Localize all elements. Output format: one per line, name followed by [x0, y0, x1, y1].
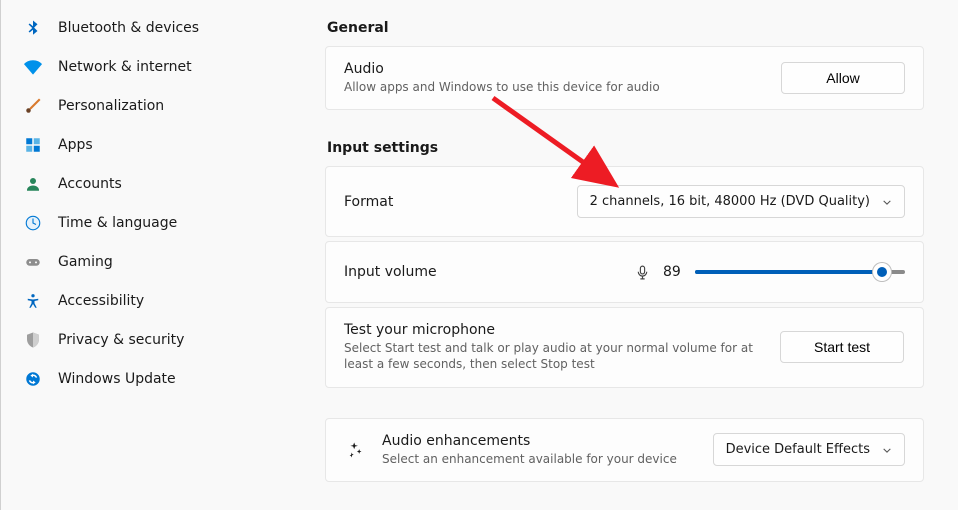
sidebar-item-label: Accessibility	[58, 293, 144, 309]
section-general: General	[327, 20, 924, 36]
wifi-icon	[24, 58, 42, 76]
gamepad-icon	[24, 253, 42, 271]
volume-slider[interactable]	[695, 262, 905, 282]
settings-sidebar: Bluetooth & devices Network & internet P…	[0, 0, 297, 510]
chevron-down-icon	[882, 444, 892, 454]
sidebar-item-label: Accounts	[58, 176, 122, 192]
sidebar-item-network[interactable]: Network & internet	[16, 49, 297, 85]
audio-title: Audio	[344, 61, 765, 77]
sidebar-item-label: Gaming	[58, 254, 113, 270]
allow-button[interactable]: Allow	[781, 62, 905, 94]
format-card: Format 2 channels, 16 bit, 48000 Hz (DVD…	[325, 166, 924, 237]
enhance-title: Audio enhancements	[382, 433, 697, 449]
person-icon	[24, 175, 42, 193]
sidebar-item-apps[interactable]: Apps	[16, 127, 297, 163]
sidebar-item-accounts[interactable]: Accounts	[16, 166, 297, 202]
paintbrush-icon	[24, 97, 42, 115]
shield-icon	[24, 331, 42, 349]
sidebar-item-label: Personalization	[58, 98, 164, 114]
sidebar-item-label: Network & internet	[58, 59, 192, 75]
apps-icon	[24, 136, 42, 154]
sidebar-item-label: Windows Update	[58, 371, 176, 387]
format-dropdown[interactable]: 2 channels, 16 bit, 48000 Hz (DVD Qualit…	[577, 185, 905, 218]
input-volume-card: Input volume 89	[325, 241, 924, 303]
enhancements-value: Device Default Effects	[726, 442, 870, 457]
enhance-desc: Select an enhancement available for your…	[382, 451, 697, 467]
bluetooth-icon	[24, 19, 42, 37]
audio-enhancements-card: Audio enhancements Select an enhancement…	[325, 418, 924, 482]
sidebar-item-bluetooth[interactable]: Bluetooth & devices	[16, 10, 297, 46]
settings-main: General Audio Allow apps and Windows to …	[297, 0, 958, 510]
mic-test-card: Test your microphone Select Start test a…	[325, 307, 924, 387]
start-test-button[interactable]: Start test	[780, 331, 904, 363]
sidebar-item-label: Time & language	[58, 215, 177, 231]
clock-globe-icon	[24, 214, 42, 232]
update-icon	[24, 370, 42, 388]
sidebar-item-label: Apps	[58, 137, 93, 153]
input-volume-label: Input volume	[344, 264, 617, 280]
microphone-icon[interactable]	[633, 263, 651, 281]
format-label: Format	[344, 194, 561, 210]
volume-value: 89	[663, 264, 683, 280]
mic-test-title: Test your microphone	[344, 322, 764, 338]
audio-desc: Allow apps and Windows to use this devic…	[344, 79, 765, 95]
format-value: 2 channels, 16 bit, 48000 Hz (DVD Qualit…	[590, 194, 870, 209]
sidebar-item-privacy[interactable]: Privacy & security	[16, 322, 297, 358]
sidebar-item-gaming[interactable]: Gaming	[16, 244, 297, 280]
sidebar-item-label: Bluetooth & devices	[58, 20, 199, 36]
sidebar-item-update[interactable]: Windows Update	[16, 361, 297, 397]
mic-test-desc: Select Start test and talk or play audio…	[344, 340, 764, 372]
sidebar-item-label: Privacy & security	[58, 332, 184, 348]
audio-card: Audio Allow apps and Windows to use this…	[325, 46, 924, 110]
enhancements-dropdown[interactable]: Device Default Effects	[713, 433, 905, 466]
sidebar-item-personalization[interactable]: Personalization	[16, 88, 297, 124]
sidebar-item-accessibility[interactable]: Accessibility	[16, 283, 297, 319]
accessibility-icon	[24, 292, 42, 310]
section-input: Input settings	[327, 140, 924, 156]
chevron-down-icon	[882, 196, 892, 206]
sparkle-icon	[344, 439, 366, 461]
sidebar-item-time[interactable]: Time & language	[16, 205, 297, 241]
